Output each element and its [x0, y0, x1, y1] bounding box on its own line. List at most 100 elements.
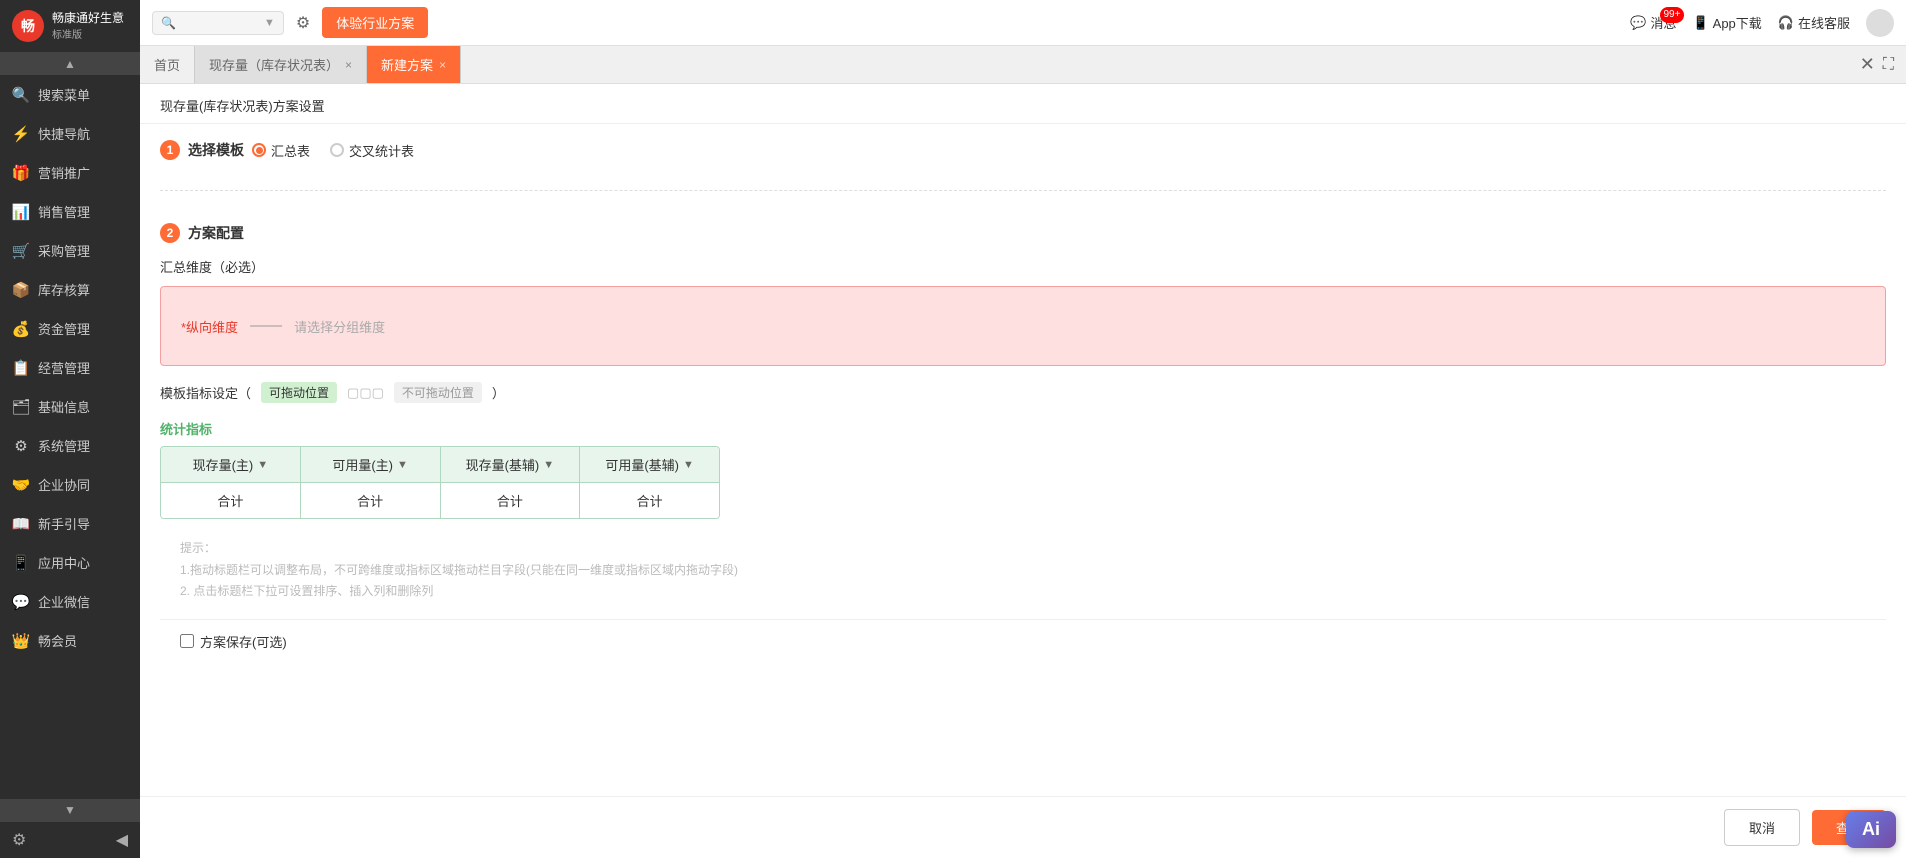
- sidebar-item-marketing[interactable]: 🎁 营销推广: [0, 153, 140, 192]
- sidebar-item-sales[interactable]: 📊 销售管理: [0, 192, 140, 231]
- wechat-icon: 💬: [12, 593, 30, 611]
- stats-cell-1-1: 合计: [161, 483, 301, 518]
- stats-table: 现存量(主) ▼ 可用量(主) ▼ 现存量(基辅) ▼ 可用量(基辅): [160, 446, 720, 519]
- main-area: 🔍 ▼ ⚙ 体验行业方案 💬 消息 99+ 📱 App下载 🎧 在线客服: [140, 0, 1906, 858]
- tab-new-plan[interactable]: 新建方案 ×: [367, 46, 461, 83]
- stats-col-header-2[interactable]: 可用量(主) ▼: [301, 447, 441, 482]
- new-plan-tab-label: 新建方案: [381, 55, 433, 74]
- col1-chevron: ▼: [257, 459, 268, 471]
- cancel-button[interactable]: 取消: [1724, 809, 1800, 846]
- toggle-box: 可拖动位置: [261, 382, 337, 403]
- save-option-label: 方案保存(可选): [200, 632, 287, 651]
- help-icon[interactable]: ◀: [116, 830, 128, 850]
- stats-col-header-4[interactable]: 可用量(基辅) ▼: [580, 447, 719, 482]
- sidebar-footer: ⚙ ◀: [0, 821, 140, 858]
- section-divider-1: [160, 190, 1886, 191]
- sidebar-item-label: 基础信息: [38, 397, 90, 416]
- cross-radio-circle: [330, 143, 344, 157]
- panel-close-top-btn[interactable]: ✕: [1860, 54, 1883, 75]
- sidebar-scroll-down[interactable]: ▼: [0, 799, 140, 821]
- inventory-icon: 📦: [12, 281, 30, 299]
- dimension-arrow: ——: [250, 317, 282, 335]
- col2-chevron: ▼: [397, 459, 408, 471]
- stats-col-header-3[interactable]: 现存量(基辅) ▼: [441, 447, 581, 482]
- step2-title: 方案配置: [188, 223, 244, 243]
- topbar: 🔍 ▼ ⚙ 体验行业方案 💬 消息 99+ 📱 App下载 🎧 在线客服: [140, 0, 1906, 46]
- cross-table-label: 交叉统计表: [349, 141, 414, 160]
- message-item[interactable]: 💬 消息 99+: [1630, 13, 1676, 32]
- sidebar-item-label: 系统管理: [38, 436, 90, 455]
- dropdown-icon: ▼: [264, 17, 275, 29]
- sidebar-item-label: 经营管理: [38, 358, 90, 377]
- finance-icon: 💰: [12, 320, 30, 338]
- sidebar-scroll-up[interactable]: ▲: [0, 53, 140, 75]
- sidebar-item-label: 库存核算: [38, 280, 90, 299]
- sidebar-item-search[interactable]: 🔍 搜索菜单: [0, 75, 140, 114]
- stats-table-row-1: 合计 合计 合计 合计: [161, 482, 719, 518]
- tips-item-1: 1.拖动标题栏可以调整布局，不可跨维度或指标区域拖动栏目字段(只能在同一维度或指…: [180, 560, 1866, 582]
- stats-cell-1-4: 合计: [580, 483, 719, 518]
- sidebar-item-operation[interactable]: 📋 经营管理: [0, 348, 140, 387]
- sidebar-item-cooperation[interactable]: 🤝 企业协同: [0, 465, 140, 504]
- user-avatar[interactable]: [1866, 9, 1894, 37]
- trial-button[interactable]: 体验行业方案: [322, 7, 428, 38]
- search-icon: 🔍: [12, 86, 30, 104]
- save-checkbox[interactable]: [180, 634, 194, 648]
- summary-table-radio[interactable]: 汇总表: [252, 141, 310, 160]
- logo-text: 畅康通好生意 标准版: [52, 11, 124, 42]
- dimension-required-mark: *纵向维度: [181, 317, 238, 336]
- sidebar-item-finance[interactable]: 💰 资金管理: [0, 309, 140, 348]
- sidebar-item-label: 销售管理: [38, 202, 90, 221]
- sidebar-item-label: 畅会员: [38, 631, 77, 650]
- panel-expand-top-btn[interactable]: ⛶: [1883, 56, 1906, 74]
- sidebar-item-system[interactable]: ⚙ 系统管理: [0, 426, 140, 465]
- sidebar-item-label: 企业微信: [38, 592, 90, 611]
- topbar-right: 💬 消息 99+ 📱 App下载 🎧 在线客服: [1630, 9, 1894, 37]
- inventory-status-tab-close[interactable]: ×: [345, 59, 352, 71]
- col4-chevron: ▼: [683, 459, 694, 471]
- sidebar-item-new-guide[interactable]: 📖 新手引导: [0, 504, 140, 543]
- sidebar-item-quick-nav[interactable]: ⚡ 快捷导航: [0, 114, 140, 153]
- step1-section: 1 选择模板 汇总表 交叉统计表: [140, 124, 1906, 190]
- member-icon: 👑: [12, 632, 30, 650]
- dimension-box: *纵向维度 —— 请选择分组维度: [160, 286, 1886, 366]
- system-icon: ⚙: [12, 437, 30, 455]
- sidebar-item-label: 企业协同: [38, 475, 90, 494]
- settings-panel: 现存量(库存状况表)方案设置 1 选择模板 汇总表 交叉统计表: [140, 84, 1906, 796]
- stats-col-header-1[interactable]: 现存量(主) ▼: [161, 447, 301, 482]
- logo-icon: 畅: [12, 10, 44, 42]
- quick-nav-icon: ⚡: [12, 125, 30, 143]
- stats-table-header: 现存量(主) ▼ 可用量(主) ▼ 现存量(基辅) ▼ 可用量(基辅): [161, 447, 719, 482]
- stats-cell-1-2: 合计: [301, 483, 441, 518]
- tab-inventory-status[interactable]: 现存量（库存状况表） ×: [195, 46, 367, 83]
- app-download-item[interactable]: 📱 App下载: [1692, 13, 1761, 32]
- online-service-item[interactable]: 🎧 在线客服: [1778, 13, 1850, 32]
- topbar-search-input[interactable]: [180, 16, 260, 30]
- col3-label: 现存量(基辅): [466, 455, 540, 474]
- summary-dimension-label: 汇总维度（必选）: [160, 257, 1886, 276]
- sidebar-item-label: 新手引导: [38, 514, 90, 533]
- cross-table-radio[interactable]: 交叉统计表: [330, 141, 414, 160]
- sidebar-item-wechat[interactable]: 💬 企业微信: [0, 582, 140, 621]
- sidebar-item-app-center[interactable]: 📱 应用中心: [0, 543, 140, 582]
- summary-radio-circle: [252, 143, 266, 157]
- sidebar-item-label: 应用中心: [38, 553, 90, 572]
- footer-buttons: 取消 查询: [140, 796, 1906, 858]
- content-area: 现存量(库存状况表)方案设置 1 选择模板 汇总表 交叉统计表: [140, 84, 1906, 796]
- sidebar-item-inventory[interactable]: 📦 库存核算: [0, 270, 140, 309]
- new-plan-tab-close[interactable]: ×: [439, 59, 446, 71]
- tab-home[interactable]: 首页: [140, 46, 195, 83]
- topbar-search-box[interactable]: 🔍 ▼: [152, 11, 284, 35]
- fixed-label: 不可拖动位置: [394, 382, 482, 403]
- app-center-icon: 📱: [12, 554, 30, 572]
- indicator-close-paren: ）: [492, 383, 505, 402]
- dimension-placeholder: 请选择分组维度: [294, 317, 385, 336]
- indicator-settings-label: 模板指标设定（: [160, 383, 251, 402]
- settings-icon[interactable]: ⚙: [12, 830, 26, 850]
- sidebar-item-basic-info[interactable]: 🗂 基础信息: [0, 387, 140, 426]
- ai-float-button[interactable]: Ai: [1846, 811, 1896, 848]
- sidebar-item-purchase[interactable]: 🛒 采购管理: [0, 231, 140, 270]
- topbar-gear-icon[interactable]: ⚙: [296, 13, 310, 33]
- sidebar-item-member[interactable]: 👑 畅会员: [0, 621, 140, 660]
- sidebar-logo: 畅 畅康通好生意 标准版: [0, 0, 140, 53]
